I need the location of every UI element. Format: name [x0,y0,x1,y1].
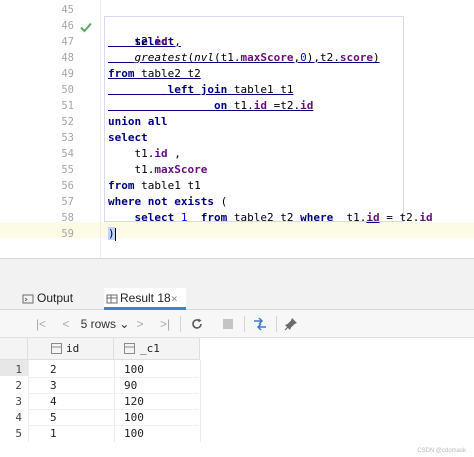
row-number[interactable]: 5 [0,426,22,442]
line-number: 51 [61,100,74,112]
table-cell[interactable]: 90 [124,378,137,394]
grid-divider [28,360,29,442]
line-number: 57 [61,196,74,208]
line-number: 49 [61,68,74,80]
rows-count-label: 5 rows [80,317,116,331]
code-line-46: select [134,35,175,48]
table-cell[interactable]: 100 [124,410,144,426]
code-editor[interactable]: 45 46 47 48 49 50 51 52 53 54 55 56 57 5… [0,0,474,258]
next-page-button[interactable]: > [134,316,146,332]
code-line-58: select 1 from table2 t2 where t1.id = t2… [134,211,433,224]
gutter-separator [100,0,101,258]
tab-output[interactable]: Output [37,288,73,310]
line-number: 58 [61,212,74,224]
row-number[interactable]: 3 [0,394,22,410]
line-number: 53 [61,132,74,144]
table-cell[interactable]: 4 [50,394,57,410]
code-line-47: t2.id , [134,35,181,48]
close-tab-icon[interactable]: × [171,292,178,305]
panel-splitter[interactable] [0,258,474,288]
line-number: 47 [61,36,74,48]
toolbar-separator [244,316,245,332]
tab-result-label: Result 18 [120,291,171,305]
line-number: 56 [61,180,74,192]
code-line-54: t1.id , [134,147,181,160]
code-line-55: t1.maxScore [134,163,208,176]
first-page-button[interactable]: |< [34,316,48,332]
pin-icon[interactable] [284,317,298,331]
row-divider [28,377,198,378]
table-cell[interactable]: 120 [124,394,144,410]
grid-divider [114,360,115,442]
row-number[interactable]: 2 [0,378,22,394]
code-line-53: select [108,131,148,144]
line-number: 55 [61,164,74,176]
code-line-48: greatest(nvl(t1.maxScore,0),t2.score) [134,51,380,64]
line-number: 59 [61,228,74,240]
column-header-c1-label: _c1 [140,342,160,355]
line-number: 52 [61,116,74,128]
line-number: 54 [61,148,74,160]
checkmark-icon[interactable] [79,20,93,34]
row-divider [28,393,198,394]
row-divider [28,425,198,426]
stop-icon[interactable] [222,318,234,330]
toolbar-separator [180,316,181,332]
grid-divider [200,360,201,442]
column-icon [124,343,135,354]
table-cell[interactable]: 3 [50,378,57,394]
row-number[interactable]: 1 [0,362,22,378]
code-line-56: from table1 t1 [108,179,201,192]
text-caret [114,227,116,241]
code-line-49: from table2 t2 [108,67,201,80]
table-cell[interactable]: 5 [50,410,57,426]
refresh-icon[interactable] [190,317,204,331]
watermark-text: CSDN @cdomask [417,448,466,454]
code-line-52: union all [108,115,168,128]
compare-arrows-icon[interactable] [252,316,268,332]
table-cell[interactable]: 2 [50,362,57,378]
code-line-50: left join table1 t1 [167,83,294,96]
code-line-59: ) [108,227,116,241]
table-icon [106,294,118,304]
row-divider [28,409,198,410]
line-number: 48 [61,52,74,64]
chevron-down-icon: ⌄ [119,317,130,331]
column-header-id-label: id [66,342,80,355]
results-toolbar: |< < 5 rows ⌄ > >| [0,310,474,338]
toolbar-separator [276,316,277,332]
row-number-header [0,338,28,360]
line-number: 50 [61,84,74,96]
column-icon [51,343,62,354]
table-cell[interactable]: 100 [124,362,144,378]
last-page-button[interactable]: >| [158,316,172,332]
table-cell[interactable]: 100 [124,426,144,442]
code-line-51: on t1.id =t2.id [213,99,314,112]
table-cell[interactable]: 1 [50,426,57,442]
results-tab-bar: Output Result 18 × [0,288,474,310]
line-number: 46 [61,20,74,32]
code-line-57: where not exists ( [108,195,228,208]
output-console-icon [22,294,34,304]
line-number: 45 [61,4,74,16]
prev-page-button[interactable]: < [60,316,72,332]
rows-count-selector[interactable]: 5 rows ⌄ [80,316,130,332]
row-number[interactable]: 4 [0,410,22,426]
